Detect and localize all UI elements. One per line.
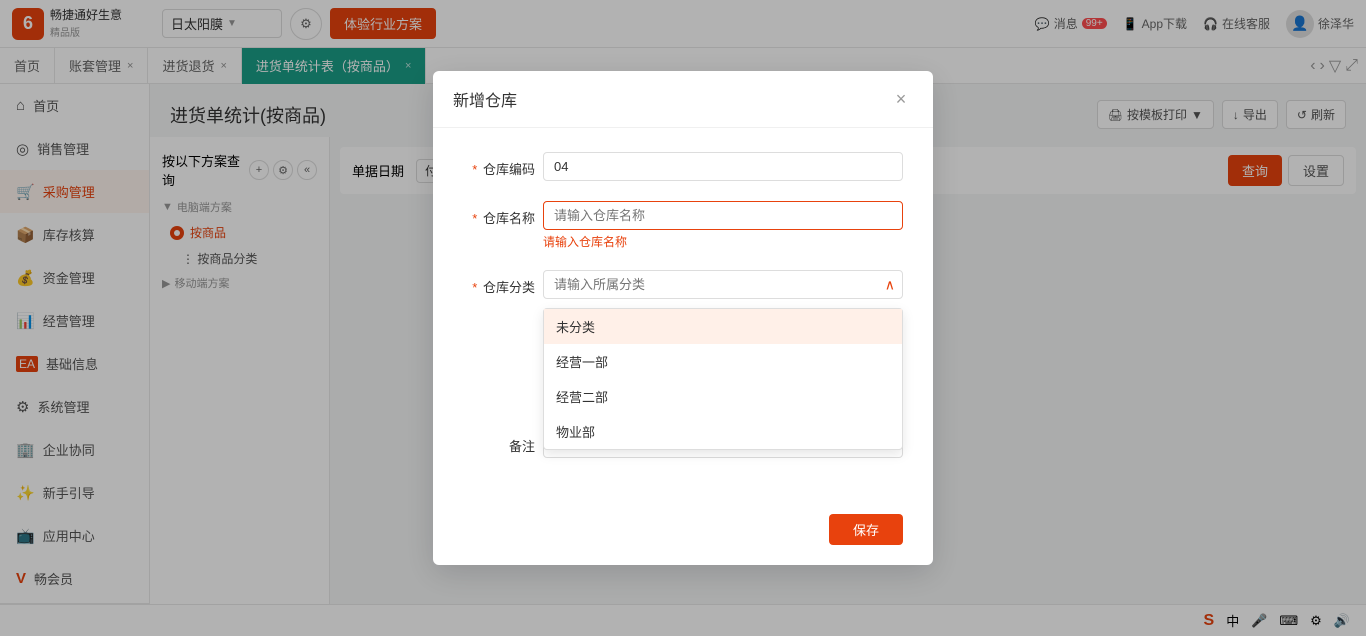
name-label: * 仓库名称 [463, 201, 543, 227]
dialog-close-button[interactable]: × [889, 87, 913, 111]
category-select-wrapper: ∧ [543, 270, 903, 299]
code-input[interactable] [543, 152, 903, 181]
dropdown-item-dept3[interactable]: 物业部 [544, 414, 902, 449]
name-error-msg: 请输入仓库名称 [543, 233, 903, 250]
dropdown-item-uncategorized[interactable]: 未分类 [544, 309, 902, 344]
form-row-category: * 仓库分类 ∧ 未分类 经营一部 经营二部 物业部 [463, 270, 903, 299]
dialog-header: 新增仓库 × [433, 71, 933, 128]
note-label: 备注 [463, 429, 543, 455]
dialog-title: 新增仓库 [453, 87, 517, 111]
code-label: * 仓库编码 [463, 152, 543, 178]
name-input[interactable] [543, 201, 903, 230]
required-star-category: * [472, 280, 477, 295]
save-button[interactable]: 保存 [829, 514, 903, 545]
form-row-code: * 仓库编码 [463, 152, 903, 181]
dialog-footer: 保存 [433, 502, 933, 565]
add-warehouse-dialog: 新增仓库 × * 仓库编码 * 仓库名称 [433, 71, 933, 565]
form-row-name: * 仓库名称 请输入仓库名称 [463, 201, 903, 250]
dropdown-item-dept1[interactable]: 经营一部 [544, 344, 902, 379]
required-star-name: * [472, 211, 477, 226]
category-field: ∧ 未分类 经营一部 经营二部 物业部 [543, 270, 903, 299]
name-field: 请输入仓库名称 [543, 201, 903, 250]
dropdown-item-dept2[interactable]: 经营二部 [544, 379, 902, 414]
modal-overlay: 新增仓库 × * 仓库编码 * 仓库名称 [0, 0, 1366, 636]
required-star-code: * [472, 162, 477, 177]
category-label: * 仓库分类 [463, 270, 543, 296]
category-input[interactable] [543, 270, 903, 299]
code-field [543, 152, 903, 181]
dialog-body: * 仓库编码 * 仓库名称 请输入仓库名称 [433, 128, 933, 502]
category-dropdown: 未分类 经营一部 经营二部 物业部 [543, 308, 903, 450]
